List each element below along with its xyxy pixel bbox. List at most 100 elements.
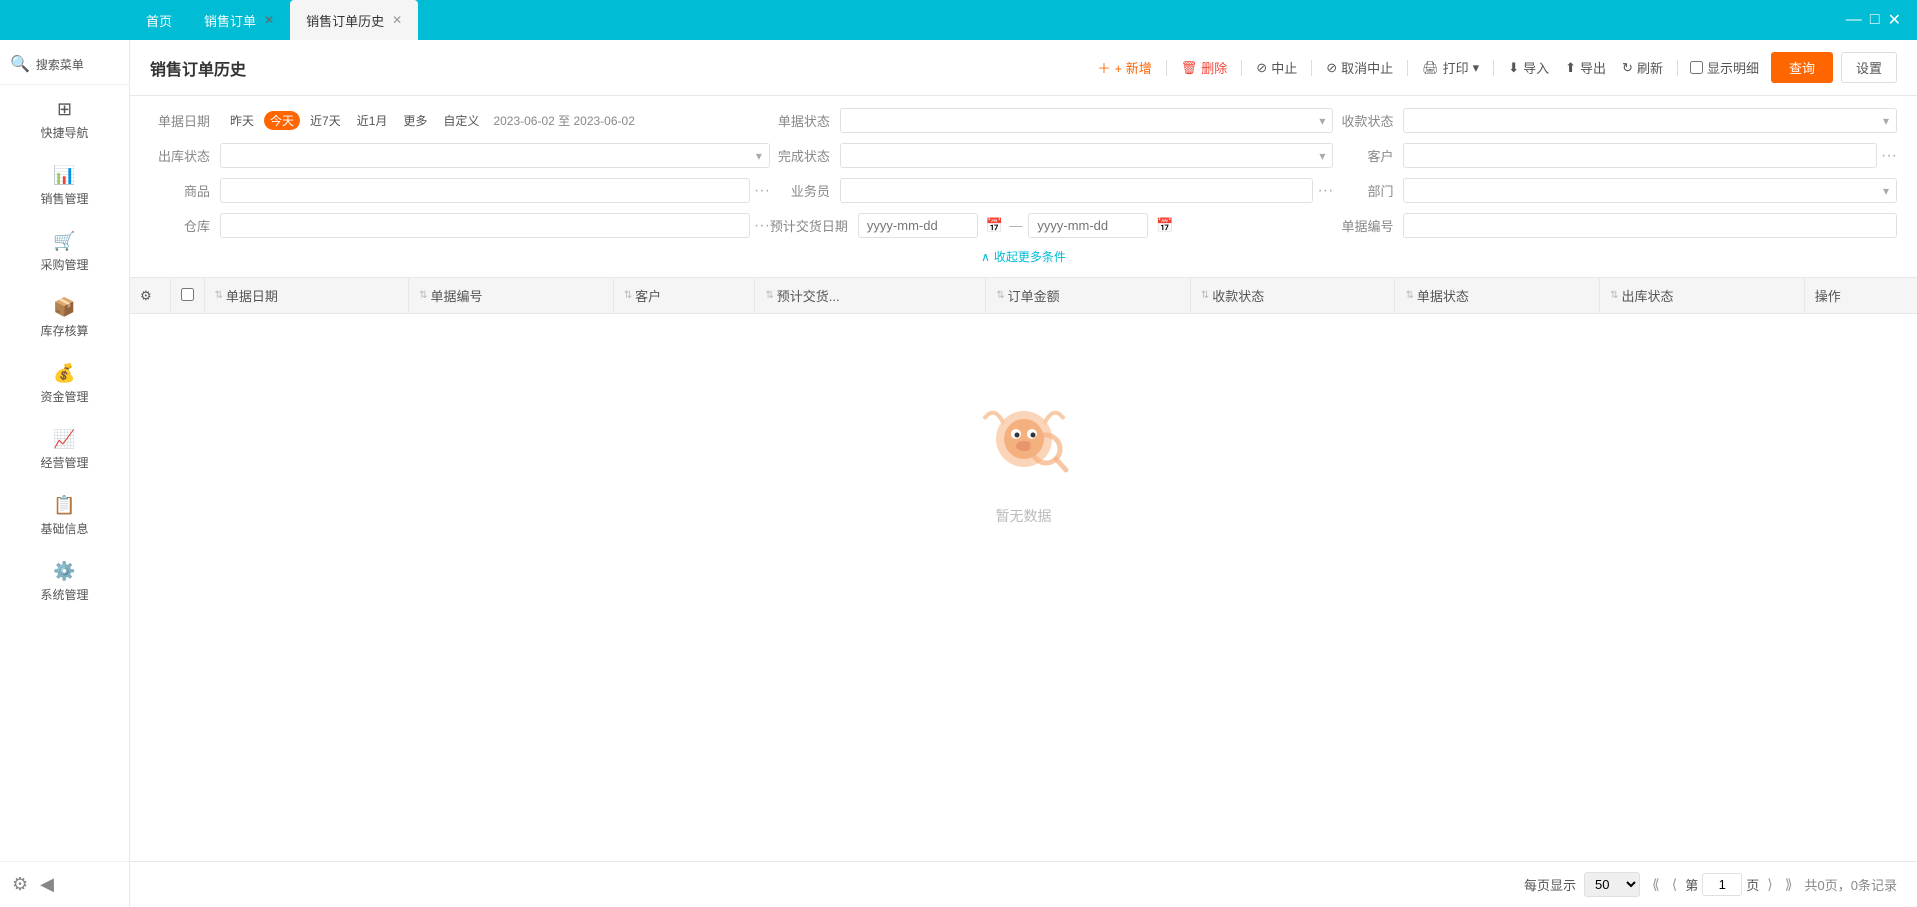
filter-doc-status: 单据状态	[770, 108, 1334, 133]
doc-no-label: 单据编号	[1333, 216, 1403, 235]
date-tag-yesterday[interactable]: 昨天	[224, 111, 260, 130]
empty-icon	[974, 394, 1074, 494]
warehouse-dots[interactable]: ···	[754, 217, 770, 235]
customer-dots[interactable]: ···	[1881, 147, 1897, 165]
sidebar-item-purchase-mgmt[interactable]: 🛒 采购管理	[0, 217, 129, 283]
tab-home[interactable]: 首页	[130, 0, 188, 40]
filter-receipt-status: 收款状态	[1333, 108, 1897, 133]
date-tags: 昨天 今天 近7天 近1月 更多 自定义	[224, 111, 485, 130]
page-first-btn[interactable]: ⟪	[1648, 874, 1664, 895]
th-doc-date[interactable]: 单据日期	[204, 278, 409, 314]
date-tag-1month[interactable]: 近1月	[351, 111, 394, 130]
print-label: 打印	[1443, 58, 1469, 77]
sidebar-nav: ⊞ 快捷导航 📊 销售管理 🛒 采购管理 📦 库存核算 💰 资金管理 📈	[0, 85, 129, 861]
page-size-label: 每页显示	[1524, 875, 1576, 894]
sidebar-item-sales-mgmt[interactable]: 📊 销售管理	[0, 151, 129, 217]
th-settings[interactable]: ⚙	[130, 278, 170, 314]
page-word: 第	[1685, 875, 1698, 894]
date-tag-7days[interactable]: 近7天	[304, 111, 347, 130]
divider-1	[1166, 60, 1167, 76]
new-button[interactable]: ＋ + 新增	[1096, 54, 1154, 81]
goods-input[interactable]	[220, 178, 750, 203]
th-doc-status-label: 单据状态	[1417, 286, 1469, 305]
th-delivery-date[interactable]: 预计交货...	[755, 278, 986, 314]
tab-sales-order[interactable]: 销售订单 ✕	[188, 0, 290, 40]
page-next-btn[interactable]: ⟩	[1763, 874, 1776, 895]
export-button[interactable]: ⬆ 导出	[1563, 54, 1608, 81]
receipt-status-select[interactable]	[1403, 108, 1897, 133]
complete-status-select-wrap	[840, 143, 1334, 168]
page-input[interactable]	[1702, 873, 1742, 896]
display-detail-check[interactable]	[1690, 61, 1703, 74]
th-doc-status[interactable]: 单据状态	[1395, 278, 1600, 314]
th-out-status-sort[interactable]: 出库状态	[1610, 286, 1794, 305]
th-doc-date-sort[interactable]: 单据日期	[215, 286, 399, 305]
calendar-start-icon[interactable]: 📅	[986, 217, 1003, 234]
sidebar-search[interactable]: 🔍 搜索菜单	[0, 40, 129, 85]
cancel-stop-icon: ⊘	[1326, 60, 1337, 76]
th-delivery-date-sort[interactable]: 预计交货...	[765, 286, 975, 305]
customer-input[interactable]	[1403, 143, 1877, 168]
new-label: + 新增	[1115, 58, 1152, 77]
query-button[interactable]: 查询	[1771, 52, 1833, 83]
doc-status-select[interactable]	[840, 108, 1334, 133]
dept-select[interactable]	[1403, 178, 1897, 203]
window-close-icon[interactable]: ✕	[1888, 10, 1901, 30]
sidebar-item-inventory[interactable]: 📦 库存核算	[0, 283, 129, 349]
th-customer[interactable]: 客户	[613, 278, 755, 314]
th-receipt-status-sort[interactable]: 收款状态	[1201, 286, 1385, 305]
sidebar-item-finance[interactable]: 💰 资金管理	[0, 349, 129, 415]
date-tag-custom[interactable]: 自定义	[437, 111, 485, 130]
date-tag-more[interactable]: 更多	[397, 111, 433, 130]
delete-button[interactable]: 🗑 删除	[1179, 54, 1230, 81]
sidebar-item-basic-info[interactable]: 📋 基础信息	[0, 481, 129, 547]
import-button[interactable]: ⬇ 导入	[1506, 54, 1551, 81]
calendar-end-icon[interactable]: 📅	[1156, 217, 1173, 234]
print-button[interactable]: 🖨 打印 ▾	[1420, 54, 1481, 81]
sidebar-item-sys-mgmt[interactable]: ⚙️ 系统管理	[0, 547, 129, 613]
window-max-icon[interactable]: □	[1870, 11, 1880, 29]
th-order-amount-sort[interactable]: 订单金额	[996, 286, 1180, 305]
sidebar-collapse-icon[interactable]: ◀	[40, 874, 54, 895]
doc-no-input[interactable]	[1403, 213, 1897, 238]
salesman-dots[interactable]: ···	[1317, 182, 1333, 200]
tab-list: 首页 销售订单 ✕ 销售订单历史 ✕	[130, 0, 418, 40]
warehouse-input[interactable]	[220, 213, 750, 238]
th-doc-no-sort[interactable]: 单据编号	[419, 286, 603, 305]
sys-mgmt-icon: ⚙️	[53, 561, 75, 582]
delivery-date-end[interactable]	[1028, 213, 1148, 238]
th-receipt-status[interactable]: 收款状态	[1190, 278, 1395, 314]
sidebar-item-operations[interactable]: 📈 经营管理	[0, 415, 129, 481]
th-doc-no[interactable]: 单据编号	[409, 278, 614, 314]
topbar: 首页 销售订单 ✕ 销售订单历史 ✕ — □ ✕	[0, 0, 1917, 40]
tab-sales-order-history[interactable]: 销售订单历史 ✕	[290, 0, 418, 40]
th-out-status[interactable]: 出库状态	[1600, 278, 1805, 314]
date-tag-today[interactable]: 今天	[264, 111, 300, 130]
refresh-button[interactable]: ↻ 刷新	[1620, 54, 1665, 81]
th-customer-sort[interactable]: 客户	[624, 286, 745, 305]
tab-sales-order-close[interactable]: ✕	[264, 13, 274, 27]
out-status-select[interactable]	[220, 143, 770, 168]
page-last-btn[interactable]: ⟫	[1781, 874, 1797, 895]
th-doc-status-sort[interactable]: 单据状态	[1405, 286, 1589, 305]
th-order-amount[interactable]: 订单金额	[986, 278, 1191, 314]
delivery-date-start[interactable]	[858, 213, 978, 238]
set-button[interactable]: 设置	[1841, 52, 1897, 83]
window-min-icon[interactable]: —	[1846, 11, 1862, 29]
stop-button[interactable]: ⊘ 中止	[1254, 54, 1299, 81]
sidebar-bottom: ⚙ ◀	[0, 861, 129, 907]
collapse-row[interactable]: ∧ 收起更多条件	[150, 248, 1897, 265]
page-size-select[interactable]: 50 10 20 100	[1584, 872, 1640, 897]
sidebar-item-sys-mgmt-label: 系统管理	[40, 586, 88, 603]
goods-dots[interactable]: ···	[754, 182, 770, 200]
salesman-input[interactable]	[840, 178, 1314, 203]
sidebar-settings-icon[interactable]: ⚙	[12, 874, 28, 895]
page-prev-btn[interactable]: ⟨	[1668, 874, 1681, 895]
select-all-checkbox[interactable]	[181, 288, 194, 301]
sidebar-item-quick-nav[interactable]: ⊞ 快捷导航	[0, 85, 129, 151]
display-detail-checkbox[interactable]: 显示明细	[1690, 58, 1759, 77]
tab-sales-order-history-close[interactable]: ✕	[392, 13, 402, 27]
complete-status-select[interactable]	[840, 143, 1334, 168]
cancel-stop-button[interactable]: ⊘ 取消中止	[1324, 54, 1395, 81]
status-label: 单据状态	[770, 111, 840, 130]
